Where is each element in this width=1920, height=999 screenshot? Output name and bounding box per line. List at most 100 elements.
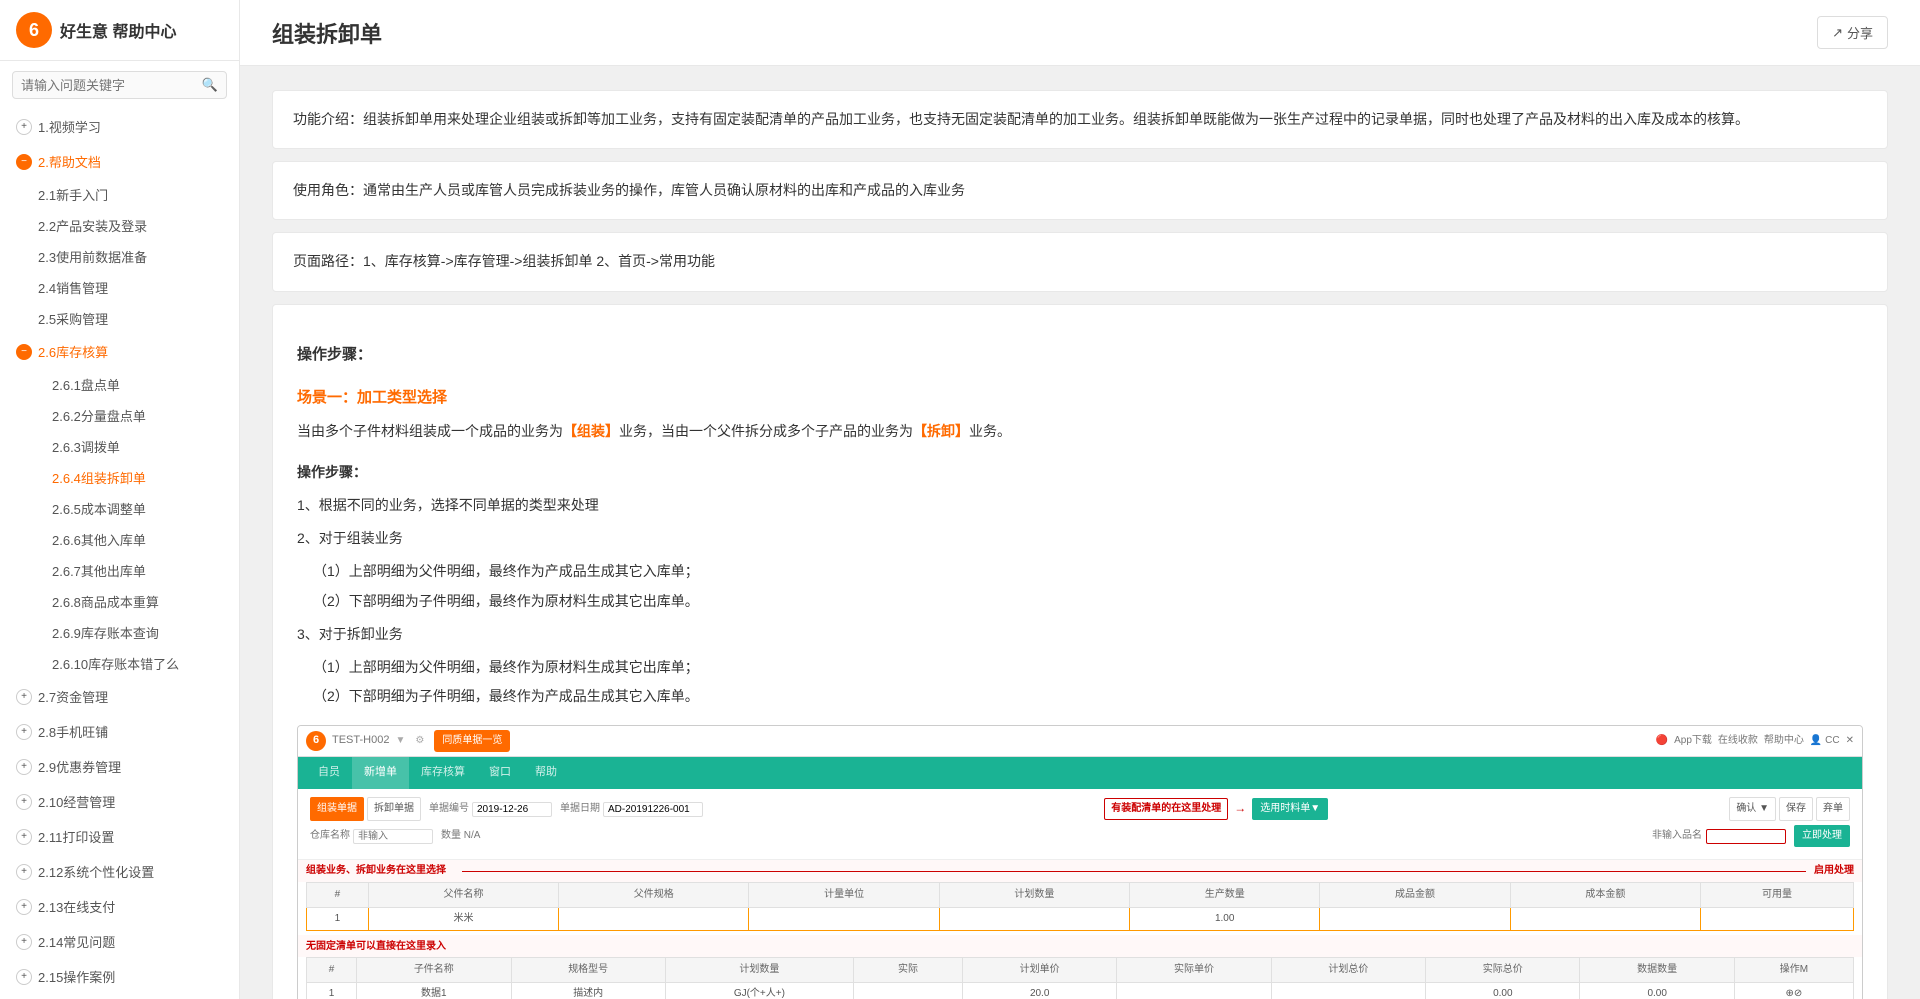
mock-top-row1-avail bbox=[1700, 908, 1853, 931]
mock-nav-tab-home: 自员 bbox=[306, 757, 352, 789]
step2b-text: （2）下部明细为子件明细，最终作为原材料生成其它出库单。 bbox=[313, 589, 1863, 614]
sidebar-nav: + 1.视频学习 − 2.帮助文档 2.1新手入门 2.2产品安装及登录 2.3… bbox=[0, 109, 239, 999]
sidebar-item-2-2[interactable]: 2.2产品安装及登录 bbox=[0, 210, 239, 241]
step2a-text: （1）上部明细为父件明细，最终作为产成品生成其它入库单； bbox=[313, 559, 1863, 584]
share-button[interactable]: ↗ 分享 bbox=[1817, 16, 1888, 49]
scenario1-desc: 当由多个子件材料组装成一个成品的业务为【组装】业务，当由一个父件拆分成多个子产品… bbox=[297, 419, 1863, 444]
search-bar[interactable]: 🔍 bbox=[12, 71, 227, 99]
sidebar-item-2-4[interactable]: 2.4销售管理 bbox=[0, 272, 239, 303]
mock-bill-input[interactable] bbox=[603, 802, 703, 817]
mock-top-table-area: # 父件名称 父件规格 计量单位 计划数量 生产数量 成品金额 成本金额 可用量 bbox=[298, 882, 1862, 935]
mock-th-prod-qty: 生产数量 bbox=[1130, 883, 1320, 908]
step1-text: 1、根据不同的业务，选择不同单据的类型来处理 bbox=[297, 493, 1863, 518]
sidebar-item-video-label: 1.视频学习 bbox=[38, 117, 101, 136]
sidebar-item-2-8[interactable]: + 2.8手机旺铺 bbox=[0, 714, 239, 749]
mock-bth-sub-name: 子件名称 bbox=[357, 957, 511, 982]
mock-no-input[interactable] bbox=[1706, 829, 1786, 844]
step2-text: 2、对于组装业务 bbox=[297, 526, 1863, 551]
main-content: 功能介绍：组装拆卸单用来处理企业组装或拆卸等加工业务，支持有固定装配清单的产品加… bbox=[240, 66, 1920, 999]
mock-annotation-row3: 组装业务、拆卸业务在这里选择 启用处理 bbox=[298, 860, 1862, 882]
step3b-text: （2）下部明细为子件明细，最终作为产成品生成其它入库单。 bbox=[313, 684, 1863, 709]
mock-top-btn: 同质单据一览 bbox=[434, 730, 510, 752]
ops-title: 操作步骤： bbox=[297, 341, 1863, 368]
mock-bth-actual-price: 实际单价 bbox=[1117, 957, 1271, 982]
sidebar-item-2-15-label: 2.15操作案例 bbox=[38, 967, 115, 986]
sidebar-item-2-6-icon: − bbox=[16, 344, 32, 360]
sidebar-item-2-6-5[interactable]: 2.6.5成本调整单 bbox=[0, 493, 239, 524]
sidebar-item-2-12[interactable]: + 2.12系统个性化设置 bbox=[0, 854, 239, 889]
mock-count-label: 数量 N/A bbox=[441, 827, 480, 845]
content-body: 操作步骤： 场景一：加工类型选择 当由多个子件材料组装成一个成品的业务为【组装】… bbox=[272, 304, 1888, 999]
mock-select-btn: 选用时料单▼ bbox=[1252, 798, 1328, 820]
sidebar-item-2-6-10[interactable]: 2.6.10库存账本错了么 bbox=[0, 648, 239, 679]
sidebar-item-2-10[interactable]: + 2.10经营管理 bbox=[0, 784, 239, 819]
sidebar-item-2-6-label: 2.6库存核算 bbox=[38, 342, 108, 361]
mock-bottom-table: # 子件名称 规格型号 计划数量 实际 计划单价 实际单价 计划总价 实际总价 bbox=[306, 957, 1854, 999]
sidebar-item-2-9[interactable]: + 2.9优惠券管理 bbox=[0, 749, 239, 784]
sidebar-item-2-6-4[interactable]: 2.6.4组装拆卸单 bbox=[0, 462, 239, 493]
mock-nav-tab-window: 窗口 bbox=[477, 757, 523, 789]
sidebar-item-2-13-label: 2.13在线支付 bbox=[38, 897, 115, 916]
search-input[interactable] bbox=[21, 78, 202, 93]
sidebar-item-2-15[interactable]: + 2.15操作案例 bbox=[0, 959, 239, 994]
mock-form: 组装单据 拆卸单据 单据编号 单据日期 bbox=[298, 789, 1862, 860]
sidebar-item-2-10-icon: + bbox=[16, 794, 32, 810]
sidebar-item-2-6-7[interactable]: 2.6.7其他出库单 bbox=[0, 555, 239, 586]
sidebar-item-2-6-3[interactable]: 2.6.3调拨单 bbox=[0, 431, 239, 462]
mock-type-assemble: 组装单据 bbox=[310, 797, 364, 821]
sidebar-item-2-6-8[interactable]: 2.6.8商品成本重算 bbox=[0, 586, 239, 617]
sidebar-item-2-6-2[interactable]: 2.6.2分量盘点单 bbox=[0, 400, 239, 431]
sidebar-item-2-11-icon: + bbox=[16, 829, 32, 845]
sidebar-item-2-7-icon: + bbox=[16, 689, 32, 705]
app-logo: 6 bbox=[16, 12, 52, 48]
sidebar-item-2-14-icon: + bbox=[16, 934, 32, 950]
mock-bth-actual-total: 实际总价 bbox=[1426, 957, 1580, 982]
sidebar-item-2-13[interactable]: + 2.13在线支付 bbox=[0, 889, 239, 924]
sidebar-item-2-5[interactable]: 2.5采购管理 bbox=[0, 303, 239, 334]
mock-field-no-label: 非输入品名 bbox=[1652, 827, 1702, 845]
screenshot-inner: 6 TEST-H002 ▼ ⚙ 同质单据一览 🔴 App下载 在线收款 帮助中心… bbox=[298, 726, 1862, 999]
sidebar-item-docs-label: 2.帮助文档 bbox=[38, 152, 101, 171]
arrow-icon-1: → bbox=[1234, 798, 1246, 820]
mock-date-input[interactable] bbox=[472, 802, 552, 817]
sidebar-item-2-10-label: 2.10经营管理 bbox=[38, 792, 115, 811]
mock-th-parent-name: 父件名称 bbox=[368, 883, 558, 908]
sidebar-item-2-14[interactable]: + 2.14常见问题 bbox=[0, 924, 239, 959]
main-header: 组装拆卸单 ↗ 分享 bbox=[240, 0, 1920, 66]
mock-bth-plan-qty: 计划数量 bbox=[665, 957, 853, 982]
mock-wh-input[interactable] bbox=[353, 829, 433, 844]
mock-save-btn: 保存 bbox=[1779, 797, 1813, 821]
sidebar-item-docs[interactable]: − 2.帮助文档 bbox=[0, 144, 239, 179]
mock-th-plan-qty: 计划数量 bbox=[939, 883, 1129, 908]
path-text: 页面路径：1、库存核算->库存管理->组装拆卸单 2、首页->常用功能 bbox=[293, 249, 1867, 274]
sidebar-item-2-6[interactable]: − 2.6库存核算 bbox=[0, 334, 239, 369]
sidebar-item-2-3[interactable]: 2.3使用前数据准备 bbox=[0, 241, 239, 272]
sidebar-item-2-1[interactable]: 2.1新手入门 bbox=[0, 179, 239, 210]
mock-nav-tab-new: 新增单 bbox=[352, 757, 409, 789]
sidebar-item-2-6-6[interactable]: 2.6.6其他入库单 bbox=[0, 524, 239, 555]
mock-field-bill: 单据日期 bbox=[560, 800, 703, 818]
share-icon: ↗ bbox=[1832, 25, 1843, 41]
sidebar-item-video[interactable]: + 1.视频学习 bbox=[0, 109, 239, 144]
sidebar-item-2-7[interactable]: + 2.7资金管理 bbox=[0, 679, 239, 714]
sidebar-item-docs-icon: − bbox=[16, 154, 32, 170]
sidebar-item-2-11[interactable]: + 2.11打印设置 bbox=[0, 819, 239, 854]
intro-text-2: 使用角色：通常由生产人员或库管人员完成拆装业务的操作，库管人员确认原材料的出库和… bbox=[293, 178, 1867, 203]
mock-top-row1-seq: 1 bbox=[307, 908, 369, 931]
mock-form-row2: 仓库名称 数量 N/A 非输入品名 bbox=[310, 825, 1850, 847]
sidebar-item-2-6-1[interactable]: 2.6.1盘点单 bbox=[0, 369, 239, 400]
path-card: 页面路径：1、库存核算->库存管理->组装拆卸单 2、首页->常用功能 bbox=[272, 232, 1888, 291]
search-icon: 🔍 bbox=[202, 77, 218, 93]
mock-th-unit: 计量单位 bbox=[749, 883, 939, 908]
mock-bth-plan-total: 计划总价 bbox=[1271, 957, 1425, 982]
highlight-assemble: 【组装】 bbox=[563, 423, 619, 439]
mock-bth-ops: 操作M bbox=[1734, 957, 1853, 982]
page-title: 组装拆卸单 bbox=[272, 17, 382, 49]
share-label: 分享 bbox=[1847, 23, 1873, 42]
sidebar-item-2-8-icon: + bbox=[16, 724, 32, 740]
sidebar-item-2-6-9[interactable]: 2.6.9库存账本查询 bbox=[0, 617, 239, 648]
mock-bottom-row-1: 1数据1描述内GJ(个+人+)20.00.000.00⊕⊘ bbox=[307, 982, 1854, 999]
mock-bill-label: 单据日期 bbox=[560, 800, 600, 818]
mock-nav-tab-help: 帮助 bbox=[523, 757, 569, 789]
sidebar-item-2-7-label: 2.7资金管理 bbox=[38, 687, 108, 706]
